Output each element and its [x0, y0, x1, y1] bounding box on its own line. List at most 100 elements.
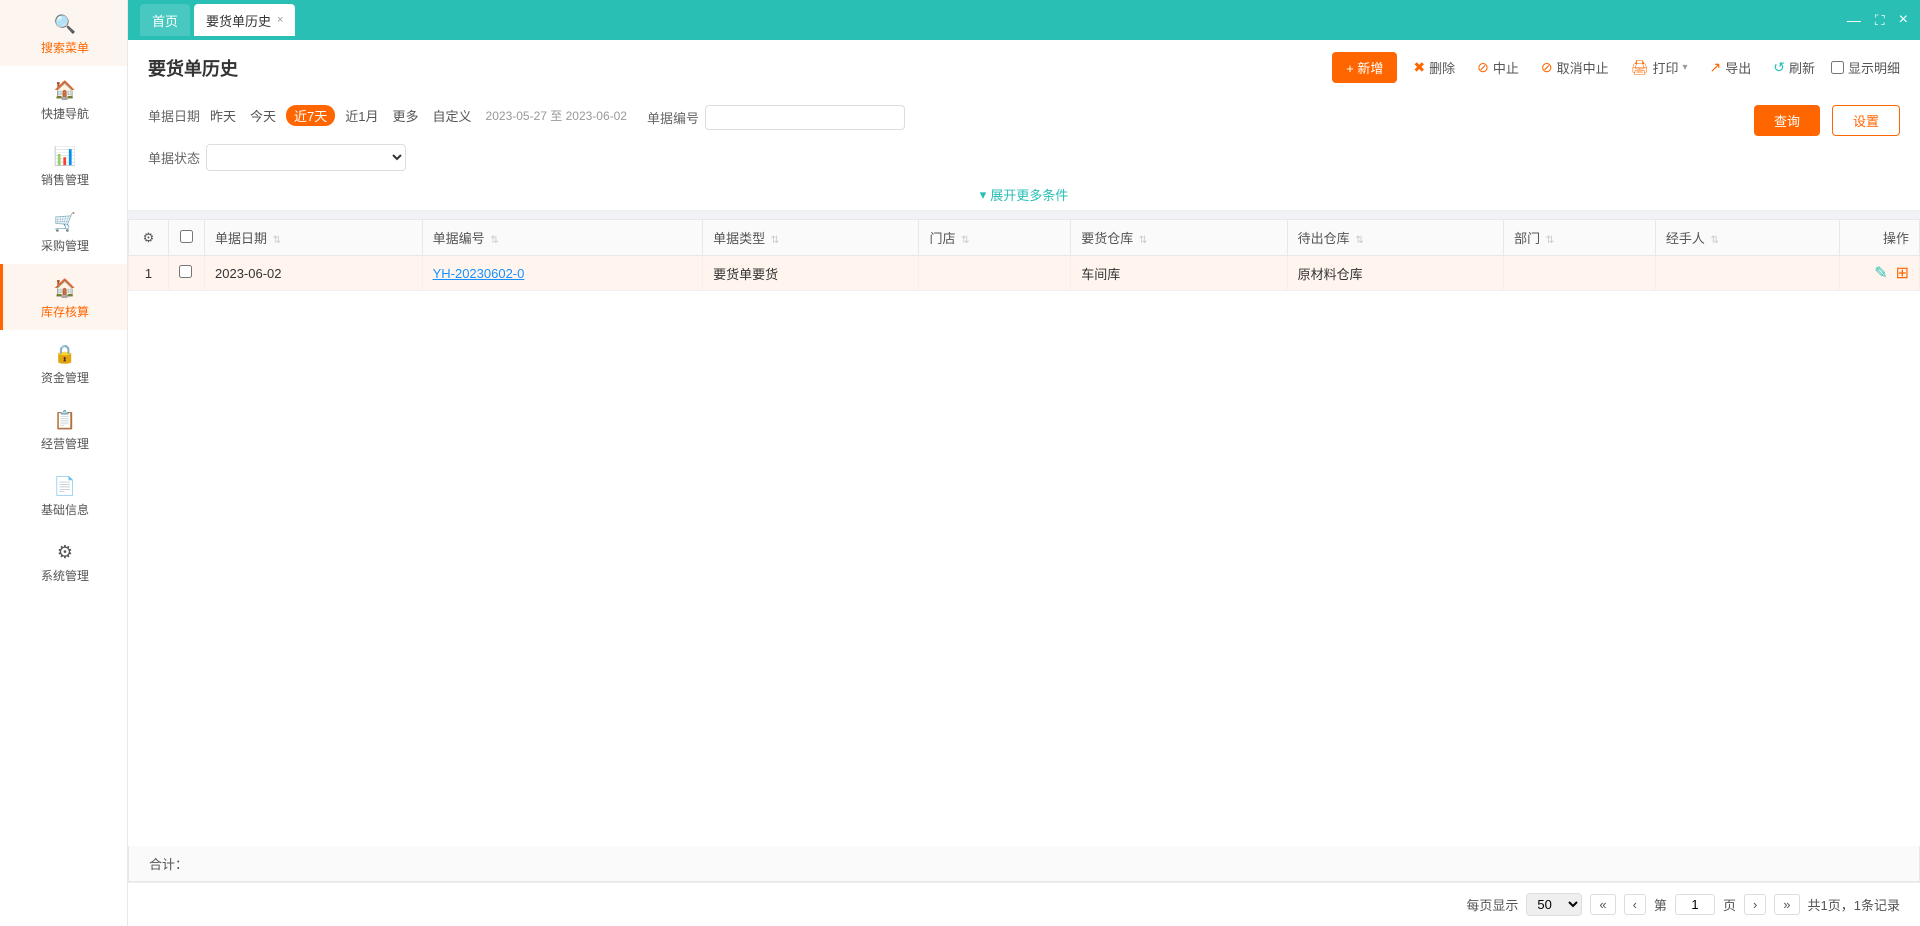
filter-area-2: 单据状态: [148, 144, 1900, 179]
sort-doc-date-icon[interactable]: ⇅: [273, 235, 281, 246]
total-info: 共1页，1条记录: [1808, 895, 1900, 914]
tab-home[interactable]: 首页: [140, 4, 190, 36]
sort-handler-icon[interactable]: ⇅: [1711, 235, 1719, 246]
date-opt-1month[interactable]: 近1月: [341, 105, 382, 126]
sort-doc-type-icon[interactable]: ⇅: [771, 235, 779, 246]
prev-page-button[interactable]: ‹: [1624, 894, 1646, 915]
query-button[interactable]: 查询: [1754, 105, 1820, 136]
add-button[interactable]: + 新增: [1332, 52, 1397, 83]
window-minimize[interactable]: —: [1847, 12, 1861, 28]
date-opt-7days[interactable]: 近7天: [286, 105, 335, 126]
setting-button[interactable]: 设置: [1832, 105, 1900, 136]
date-range-display: 2023-05-27 至 2023-06-02: [486, 107, 627, 124]
page-input[interactable]: [1675, 894, 1715, 915]
status-filter-group: 单据状态: [148, 144, 406, 171]
doc-no-link[interactable]: YH-20230602-0: [433, 266, 525, 281]
doc-no-input[interactable]: [705, 105, 905, 130]
refresh-button[interactable]: ↺ 刷新: [1767, 54, 1821, 81]
row-doc-no[interactable]: YH-20230602-0: [422, 256, 702, 291]
window-maximize[interactable]: ⛶: [1875, 12, 1885, 29]
table-header: ⚙ 单据日期 ⇅ 单据编号 ⇅: [129, 220, 1920, 256]
print-icon: 🖨: [1631, 59, 1649, 76]
doc-no-label: 单据编号: [647, 108, 699, 127]
row-num: 1: [129, 256, 169, 291]
summary-label: 合计：: [149, 854, 188, 873]
sort-dept-icon[interactable]: ⇅: [1546, 235, 1554, 246]
next-page-button[interactable]: ›: [1744, 894, 1766, 915]
content: 要货单历史 + 新增 ✖ 删除 ⊘ 中止 ⊘ 取消中止: [128, 40, 1920, 926]
col-doc-date: 单据日期 ⇅: [205, 220, 423, 256]
first-page-button[interactable]: «: [1590, 894, 1615, 915]
sidebar-item-business[interactable]: 📋 经营管理: [0, 396, 127, 462]
row-checkbox-cell: [169, 256, 205, 291]
sort-doc-no-icon[interactable]: ⇅: [490, 235, 498, 246]
cancel-stop-button[interactable]: ⊘ 取消中止: [1535, 54, 1615, 81]
status-select[interactable]: [206, 144, 406, 171]
date-opt-custom[interactable]: 自定义: [429, 105, 476, 126]
col-pending-warehouse: 待出仓库 ⇅: [1287, 220, 1503, 256]
table-container: ⚙ 单据日期 ⇅ 单据编号 ⇅: [128, 219, 1920, 846]
tab-active[interactable]: 要货单历史 ×: [194, 4, 295, 36]
active-tab-label: 要货单历史: [206, 11, 271, 30]
action-icons: ✎ ⊞: [1850, 263, 1909, 283]
sort-pending-warehouse-icon[interactable]: ⇅: [1355, 235, 1363, 246]
sales-icon: 📊: [54, 146, 76, 167]
sidebar-item-quick-nav[interactable]: 🏠 快捷导航: [0, 66, 127, 132]
home-icon: 🏠: [54, 80, 76, 101]
tab-close-icon[interactable]: ×: [277, 14, 283, 26]
sidebar-item-sales[interactable]: 📊 销售管理: [0, 132, 127, 198]
sidebar-item-label: 经营管理: [41, 435, 89, 452]
sidebar-item-label: 库存核算: [41, 303, 89, 320]
page-header: 要货单历史 + 新增 ✖ 删除 ⊘ 中止 ⊘ 取消中止: [128, 40, 1920, 211]
sidebar-item-basic-info[interactable]: 📄 基础信息: [0, 462, 127, 528]
sidebar-item-system[interactable]: ⚙ 系统管理: [0, 528, 127, 594]
sidebar-item-label: 资金管理: [41, 369, 89, 386]
doc-no-filter-group: 单据编号: [647, 105, 905, 130]
date-opt-today[interactable]: 今天: [246, 105, 280, 126]
date-opt-more[interactable]: 更多: [389, 105, 423, 126]
row-action-cell: ✎ ⊞: [1840, 256, 1920, 291]
cancel-icon: ⊘: [1541, 59, 1553, 76]
finance-icon: 🔒: [54, 344, 76, 365]
col-pending-warehouse-label: 待出仓库: [1298, 231, 1350, 246]
row-checkbox[interactable]: [179, 265, 192, 278]
stop-button[interactable]: ⊘ 中止: [1471, 54, 1525, 81]
per-page-select[interactable]: 20 50 100: [1526, 893, 1582, 916]
date-opt-yesterday[interactable]: 昨天: [206, 105, 240, 126]
col-store-label: 门店: [929, 231, 955, 246]
col-req-warehouse-label: 要货仓库: [1081, 231, 1133, 246]
export-icon: ↗: [1709, 59, 1721, 76]
table-row: 1 2023-06-02 YH-20230602-0 要货单要货 车间库 原材料…: [129, 256, 1920, 291]
sidebar-item-label: 基础信息: [41, 501, 89, 518]
expand-more-button[interactable]: ▾ 展开更多条件: [148, 179, 1900, 210]
sidebar-item-label: 系统管理: [41, 567, 89, 584]
window-close[interactable]: ×: [1899, 11, 1908, 29]
sidebar-item-search-menu[interactable]: 🔍 搜索菜单: [0, 0, 127, 66]
settings-icon[interactable]: ⚙: [143, 230, 155, 245]
system-icon: ⚙: [57, 542, 73, 563]
date-filter-group: 单据日期 昨天 今天 近7天 近1月 更多 自定义 2023-05-27 至 2…: [148, 105, 627, 126]
edit-icon[interactable]: ✎: [1874, 263, 1887, 283]
sort-req-warehouse-icon[interactable]: ⇅: [1139, 235, 1147, 246]
page-title: 要货单历史: [148, 55, 238, 81]
display-detail-toggle[interactable]: 显示明细: [1831, 58, 1900, 77]
page-label: 第: [1654, 895, 1667, 914]
detail-icon[interactable]: ⊞: [1896, 263, 1909, 283]
col-doc-no: 单据编号 ⇅: [422, 220, 702, 256]
sidebar-item-purchase[interactable]: 🛒 采购管理: [0, 198, 127, 264]
delete-button[interactable]: ✖ 删除: [1407, 54, 1461, 81]
select-all-checkbox[interactable]: [180, 230, 193, 243]
export-button[interactable]: ↗ 导出: [1703, 54, 1757, 81]
row-pending-warehouse: 原材料仓库: [1287, 256, 1503, 291]
print-dropdown-icon[interactable]: ▾: [1682, 62, 1687, 73]
sidebar-item-finance[interactable]: 🔒 资金管理: [0, 330, 127, 396]
display-detail-checkbox[interactable]: [1831, 61, 1844, 74]
print-button[interactable]: 🖨 打印 ▾: [1625, 54, 1694, 81]
last-page-button[interactable]: »: [1774, 894, 1799, 915]
sidebar-item-label: 搜索菜单: [41, 39, 89, 56]
purchase-icon: 🛒: [54, 212, 76, 233]
sidebar-item-inventory[interactable]: 🏠 库存核算: [0, 264, 127, 330]
refresh-icon: ↺: [1773, 59, 1785, 76]
sort-store-icon[interactable]: ⇅: [961, 235, 969, 246]
col-req-warehouse: 要货仓库 ⇅: [1071, 220, 1287, 256]
